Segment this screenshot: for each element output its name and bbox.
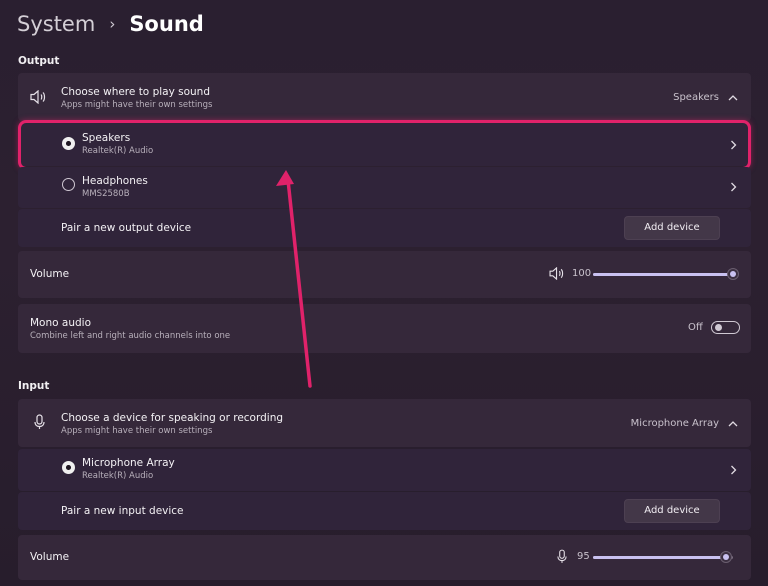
microphone-array-detail: Realtek(R) Audio bbox=[82, 471, 154, 481]
chevron-up-icon[interactable] bbox=[728, 420, 738, 427]
chevron-right-icon[interactable] bbox=[730, 182, 737, 192]
output-volume-value: 100 bbox=[572, 268, 592, 279]
pair-input-label: Pair a new input device bbox=[61, 505, 184, 517]
output-header-title: Choose where to play sound bbox=[61, 86, 211, 98]
mono-audio-card: Mono audio Combine left and right audio … bbox=[18, 304, 751, 353]
headphones-detail: MMS2580B bbox=[82, 189, 130, 199]
pair-output-row: Pair a new output device Add device bbox=[18, 209, 751, 247]
input-selected-device: Microphone Array bbox=[630, 418, 719, 429]
microphone-icon bbox=[34, 414, 45, 429]
output-header-subtitle: Apps might have their own settings bbox=[61, 100, 213, 110]
input-volume-thumb[interactable] bbox=[720, 551, 732, 563]
device-row-microphone-array[interactable]: Microphone Array Realtek(R) Audio bbox=[18, 449, 751, 491]
output-volume-slider[interactable] bbox=[593, 273, 733, 276]
microphone-icon[interactable] bbox=[557, 549, 567, 564]
pair-input-row: Pair a new input device Add device bbox=[18, 492, 751, 530]
output-volume-card: Volume 100 bbox=[18, 251, 751, 298]
input-volume-card: Volume 95 bbox=[18, 535, 751, 580]
output-volume-thumb[interactable] bbox=[727, 268, 739, 280]
breadcrumb-current: Sound bbox=[129, 12, 204, 36]
headphones-name: Headphones bbox=[82, 175, 148, 187]
highlight-box bbox=[18, 120, 751, 170]
input-volume-slider[interactable] bbox=[593, 556, 733, 559]
input-header-title: Choose a device for speaking or recordin… bbox=[61, 412, 284, 424]
input-header-subtitle: Apps might have their own settings bbox=[61, 426, 213, 436]
mono-audio-state: Off bbox=[688, 322, 703, 333]
output-section-label: Output bbox=[18, 55, 60, 67]
headphones-radio[interactable] bbox=[62, 178, 75, 191]
chevron-up-icon[interactable] bbox=[728, 94, 738, 101]
mono-audio-title: Mono audio bbox=[30, 317, 91, 329]
input-device-selector[interactable]: Choose a device for speaking or recordin… bbox=[18, 399, 751, 447]
output-volume-label: Volume bbox=[30, 268, 70, 280]
add-output-device-button[interactable]: Add device bbox=[624, 216, 720, 240]
output-device-selector[interactable]: Choose where to play sound Apps might ha… bbox=[18, 73, 751, 121]
input-section-label: Input bbox=[18, 380, 50, 392]
chevron-right-icon[interactable] bbox=[730, 465, 737, 475]
input-volume-value: 95 bbox=[577, 551, 590, 562]
breadcrumb-separator: › bbox=[109, 15, 116, 33]
breadcrumb-parent[interactable]: System bbox=[17, 12, 95, 36]
microphone-array-radio[interactable] bbox=[62, 461, 75, 474]
microphone-array-name: Microphone Array bbox=[82, 457, 175, 469]
input-volume-label: Volume bbox=[30, 551, 70, 563]
pair-output-label: Pair a new output device bbox=[61, 222, 192, 234]
mono-audio-subtitle: Combine left and right audio channels in… bbox=[30, 331, 231, 341]
add-input-device-button[interactable]: Add device bbox=[624, 499, 720, 523]
speaker-icon[interactable] bbox=[549, 267, 565, 280]
output-selected-device: Speakers bbox=[673, 92, 719, 103]
page-title: System › Sound bbox=[17, 12, 204, 36]
mono-audio-toggle[interactable] bbox=[711, 321, 740, 334]
device-row-headphones[interactable]: Headphones MMS2580B bbox=[18, 167, 751, 208]
speaker-icon bbox=[30, 90, 46, 104]
